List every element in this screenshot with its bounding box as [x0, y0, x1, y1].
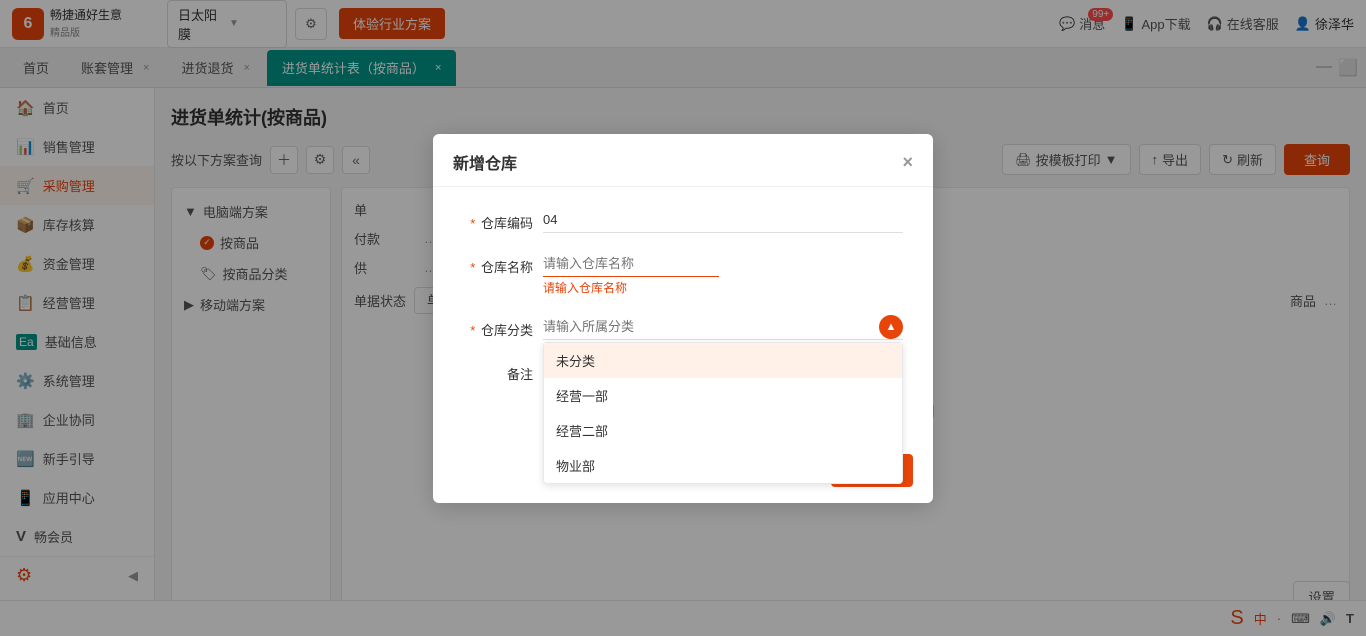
modal-close-button[interactable]: × [902, 153, 913, 171]
category-label: * 仓库分类 [463, 314, 543, 339]
name-input-wrapper [543, 251, 903, 277]
add-warehouse-modal: 新增仓库 × * 仓库编码 * 仓库名称 [433, 134, 933, 503]
category-input[interactable] [543, 314, 903, 340]
dropdown-item-unclassified[interactable]: 未分类 [544, 343, 902, 378]
notes-label: 备注 [463, 358, 543, 383]
name-label: * 仓库名称 [463, 251, 543, 276]
category-select-wrapper: ▲ 未分类 经营一部 经营二部 物业部 [543, 314, 903, 340]
dropdown-item-property[interactable]: 物业部 [544, 448, 902, 483]
dropdown-item-ops1[interactable]: 经营一部 [544, 378, 902, 413]
category-required-star: * [470, 323, 475, 338]
dropdown-item-ops2[interactable]: 经营二部 [544, 413, 902, 448]
form-row-code: * 仓库编码 [463, 207, 903, 233]
name-error-message: 请输入仓库名称 [543, 279, 627, 296]
modal-body: * 仓库编码 * 仓库名称 请输入仓库名称 [433, 187, 933, 446]
name-input[interactable] [543, 251, 719, 277]
code-label: * 仓库编码 [463, 207, 543, 232]
form-row-category: * 仓库分类 ▲ 未分类 经营一部 经营二部 物业部 [463, 314, 903, 340]
modal-overlay: 新增仓库 × * 仓库编码 * 仓库名称 [0, 0, 1366, 636]
modal-title: 新增仓库 [453, 150, 517, 174]
name-required-star: * [470, 260, 475, 275]
category-dropdown-arrow[interactable]: ▲ [879, 315, 903, 339]
required-star: * [470, 216, 475, 231]
modal-header: 新增仓库 × [433, 134, 933, 187]
form-row-name: * 仓库名称 请输入仓库名称 [463, 251, 903, 296]
category-dropdown: 未分类 经营一部 经营二部 物业部 [543, 342, 903, 484]
code-input[interactable] [543, 207, 903, 233]
